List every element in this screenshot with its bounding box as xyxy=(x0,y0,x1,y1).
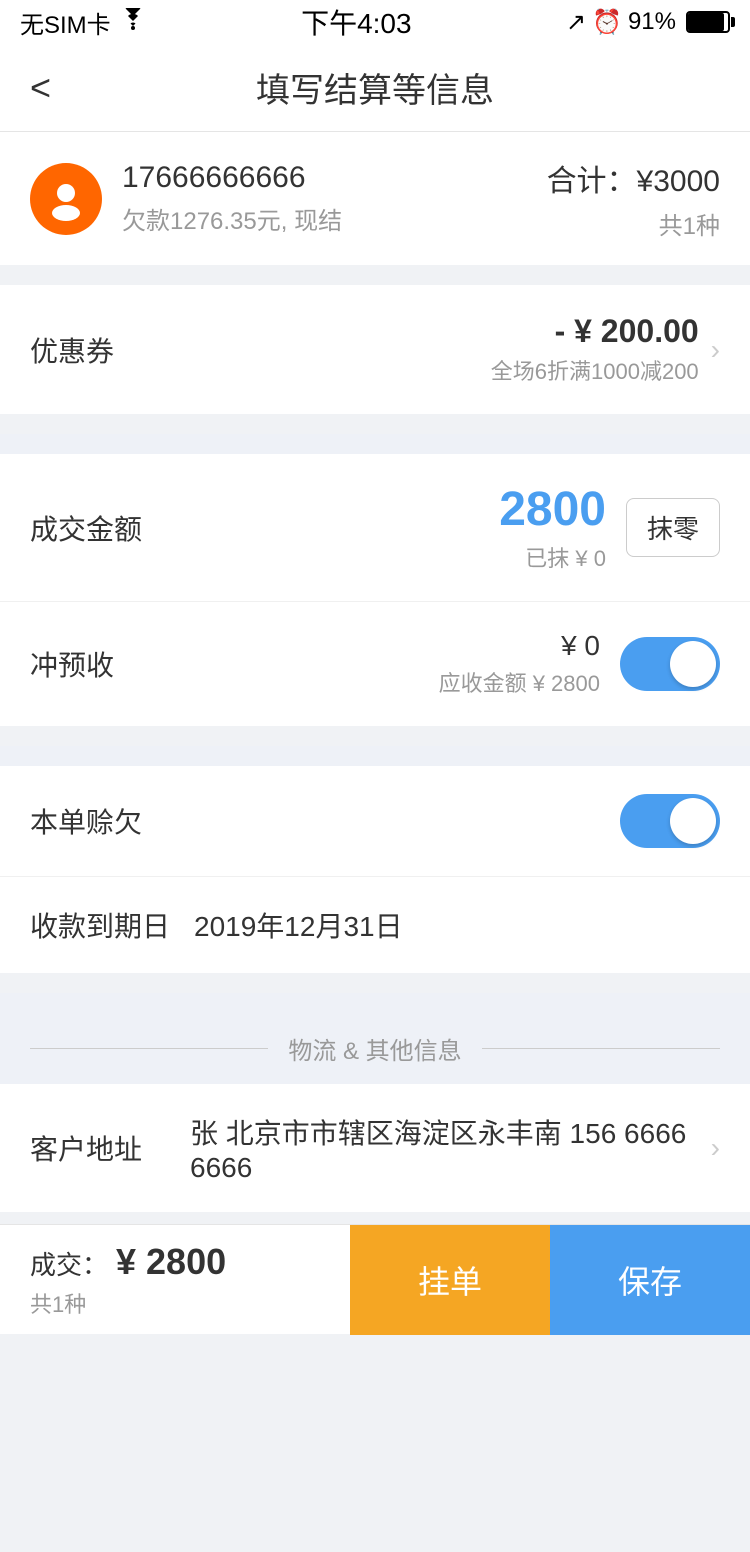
prepay-content: ¥ 0 应收金额 ¥ 2800 xyxy=(170,630,720,698)
address-row[interactable]: 客户地址 张 北京市市辖区海淀区永丰南 156 6666 6666 › xyxy=(0,1084,750,1212)
coupon-content: - ¥ 200.00 全场6折满1000减200 › xyxy=(170,313,720,386)
total-amount: 合计：¥3000 xyxy=(547,156,720,200)
user-info: 17666666666 欠款1276.35元, 现结 xyxy=(122,161,547,236)
due-date-value: 2019年12月31日 xyxy=(194,905,403,945)
chevron-right-icon: › xyxy=(711,334,720,366)
address-label: 客户地址 xyxy=(30,1128,170,1168)
debit-row: 本单赊欠 xyxy=(0,766,750,877)
page-title: 填写结算等信息 xyxy=(256,63,494,112)
prepay-right: ¥ 0 应收金额 ¥ 2800 xyxy=(439,630,600,698)
logistics-line-right xyxy=(482,1048,720,1049)
prepay-label: 冲预收 xyxy=(30,644,170,684)
deal-amount-col: 2800 已抹 ¥ 0 xyxy=(499,482,606,573)
already-wiped: 已抹 ¥ 0 xyxy=(499,541,606,573)
debit-section: 本单赊欠 收款到期日 2019年12月31日 xyxy=(0,766,750,973)
debit-toggle-knob xyxy=(670,798,716,844)
footer-amount: ¥ 2800 xyxy=(116,1241,226,1283)
address-section: 客户地址 张 北京市市辖区海淀区永丰南 156 6666 6666 › xyxy=(0,1084,750,1212)
total-count: 共1种 xyxy=(547,206,720,241)
prepay-row: 冲预收 ¥ 0 应收金额 ¥ 2800 xyxy=(0,602,750,726)
back-button[interactable]: < xyxy=(30,67,51,109)
user-total: 合计：¥3000 共1种 xyxy=(547,156,720,241)
battery-percent: 91% xyxy=(628,8,676,36)
footer-count: 共1种 xyxy=(30,1287,320,1319)
coupon-discount-amount: - ¥ 200.00 xyxy=(491,313,699,350)
due-date-label: 收款到期日 xyxy=(30,905,170,945)
divider-3 xyxy=(0,993,750,1013)
wifi-icon xyxy=(119,8,147,37)
coupon-label: 优惠券 xyxy=(30,330,170,370)
round-zero-button[interactable]: 抹零 xyxy=(626,498,720,557)
toggle-knob xyxy=(670,641,716,687)
deal-amount-row: 成交金额 2800 已抹 ¥ 0 抹零 xyxy=(0,454,750,602)
nav-bar: < 填写结算等信息 xyxy=(0,44,750,132)
deal-amount-value: 2800 xyxy=(499,482,606,537)
user-card: 17666666666 欠款1276.35元, 现结 合计：¥3000 共1种 xyxy=(0,132,750,265)
due-date-row: 收款到期日 2019年12月31日 xyxy=(0,877,750,973)
prepay-toggle[interactable] xyxy=(620,637,720,691)
deal-section: 成交金额 2800 已抹 ¥ 0 抹零 冲预收 ¥ 0 应收金额 ¥ 2800 xyxy=(0,454,750,726)
logistics-text: 物流 & 其他信息 xyxy=(288,1031,461,1066)
address-content: 张 北京市市辖区海淀区永丰南 156 6666 6666 xyxy=(170,1112,699,1184)
coupon-info: - ¥ 200.00 全场6折满1000减200 xyxy=(491,313,699,386)
logistics-line-left xyxy=(30,1048,268,1049)
prepay-amount: ¥ 0 xyxy=(439,630,600,662)
divider-2 xyxy=(0,746,750,766)
address-chevron-icon: › xyxy=(711,1132,720,1164)
footer-deal-label: 成交： xyxy=(30,1245,108,1282)
debit-label: 本单赊欠 xyxy=(30,801,170,841)
battery-icon xyxy=(686,11,730,33)
deal-amount-content: 2800 已抹 ¥ 0 抹零 xyxy=(170,482,720,573)
footer-summary: 成交： ¥ 2800 共1种 xyxy=(0,1241,350,1319)
coupon-section: 优惠券 - ¥ 200.00 全场6折满1000减200 › xyxy=(0,285,750,414)
save-button[interactable]: 保存 xyxy=(550,1225,750,1335)
divider-1 xyxy=(0,434,750,454)
carrier-label: 无SIM卡 xyxy=(20,5,111,40)
status-time: 下午4:03 xyxy=(301,2,412,42)
footer: 成交： ¥ 2800 共1种 挂单 保存 xyxy=(0,1224,750,1334)
alarm-icon: ⏰ xyxy=(592,8,622,37)
prepay-receivable: 应收金额 ¥ 2800 xyxy=(439,666,600,698)
user-phone: 17666666666 xyxy=(122,161,547,195)
status-right: ↗ ⏰ 91% xyxy=(566,8,730,37)
debit-toggle[interactable] xyxy=(620,794,720,848)
user-debt: 欠款1276.35元, 现结 xyxy=(122,201,547,236)
status-left: 无SIM卡 xyxy=(20,5,147,40)
location-icon: ↗ xyxy=(566,8,586,37)
avatar xyxy=(30,163,102,235)
content: 17666666666 欠款1276.35元, 现结 合计：¥3000 共1种 … xyxy=(0,132,750,1552)
deal-amount-label: 成交金额 xyxy=(30,508,170,548)
status-bar: 无SIM卡 下午4:03 ↗ ⏰ 91% xyxy=(0,0,750,44)
coupon-row[interactable]: 优惠券 - ¥ 200.00 全场6折满1000减200 › xyxy=(0,285,750,414)
coupon-desc: 全场6折满1000减200 xyxy=(491,354,699,386)
debit-content xyxy=(170,794,720,848)
logistics-header: 物流 & 其他信息 xyxy=(0,1013,750,1084)
hold-button[interactable]: 挂单 xyxy=(350,1225,550,1335)
